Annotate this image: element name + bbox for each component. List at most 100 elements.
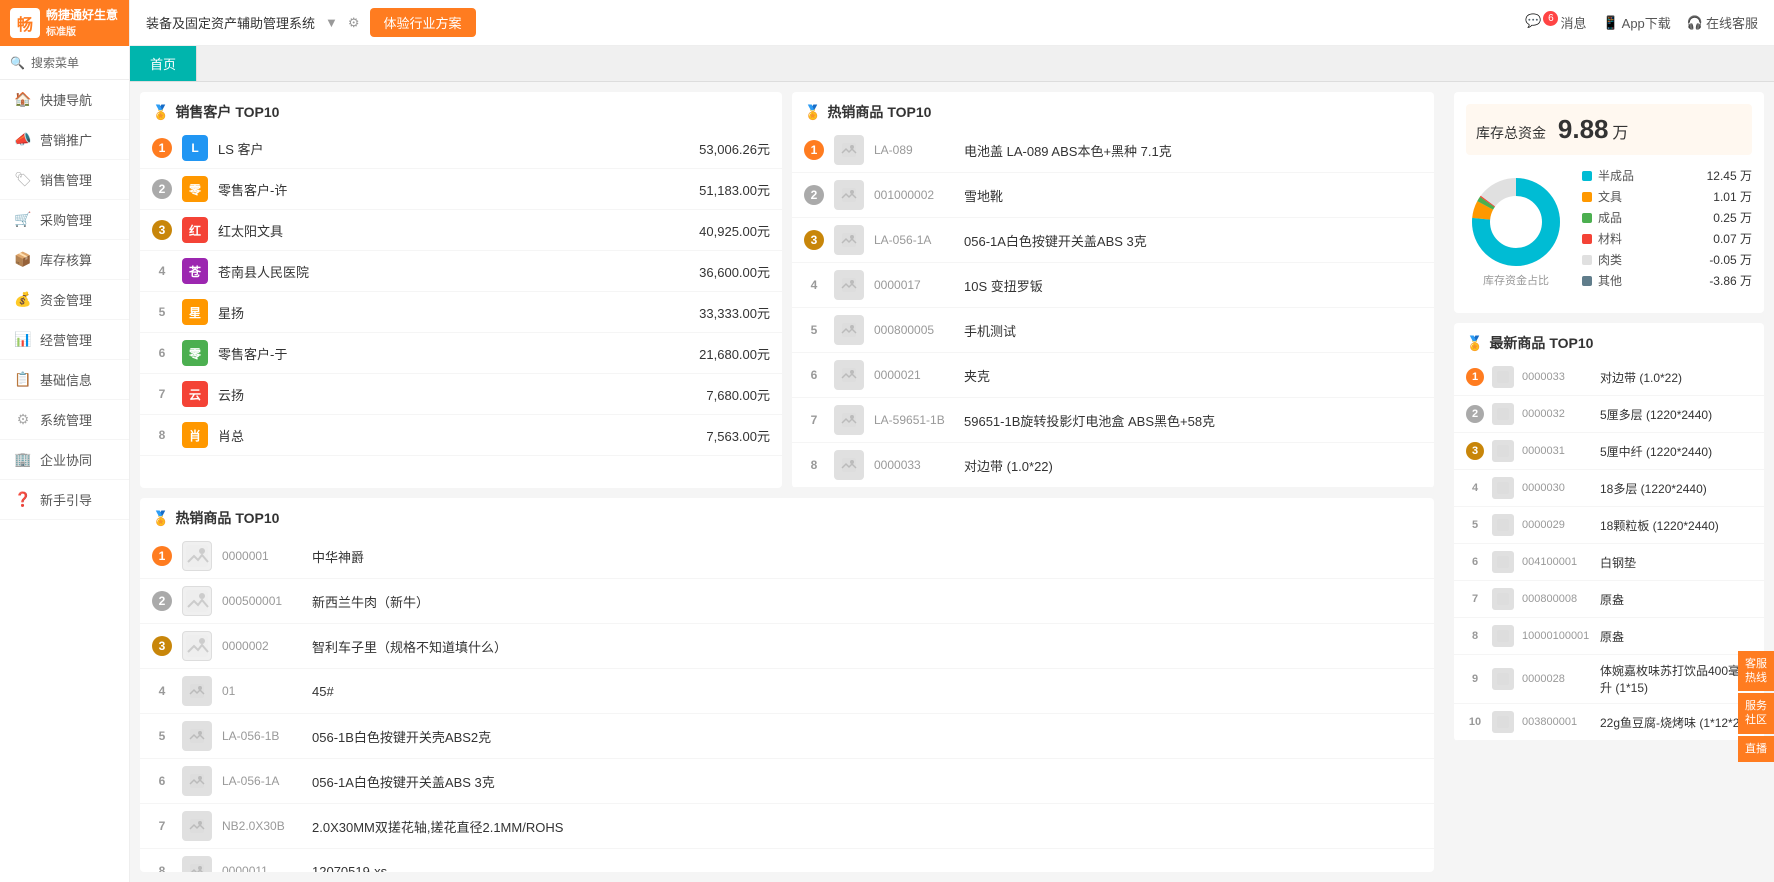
customer-name: 零售客户-于	[218, 344, 689, 363]
float-live[interactable]: 直播	[1738, 736, 1774, 762]
new-product-rank: 6	[1466, 553, 1484, 571]
customer-avatar: 苍	[182, 258, 208, 284]
hot-products-right-panel: 🏅 热销商品 TOP10 1 LA-089 电池盖 LA-089 ABS本色+黑…	[792, 92, 1434, 488]
main-area: 装备及固定资产辅助管理系统 ▼ ⚙ 体验行业方案 💬 6 消息 📱 App下载 …	[130, 0, 1774, 882]
sidebar-item-sales[interactable]: 🏷 销售管理	[0, 160, 129, 200]
sidebar-item-guide[interactable]: ❓ 新手引导	[0, 480, 129, 520]
donut-chart-area: 库存资金占比 半成品 12.45 万 文具 1.01 万	[1466, 167, 1752, 293]
new-products-panel: 🏅 最新商品 TOP10 1 0000033 对边带 (1.0*22) 2 00…	[1454, 323, 1764, 741]
new-product-row: 7 000800008 原盎	[1454, 581, 1764, 618]
main-content: 🏅 销售客户 TOP10 1 L LS 客户 53,006.26元 2 零 零售…	[130, 82, 1444, 882]
customer-avatar: 云	[182, 381, 208, 407]
message-badge: 6	[1543, 11, 1558, 26]
sidebar-label-operation: 经营管理	[40, 330, 92, 349]
new-product-rank: 3	[1466, 442, 1484, 460]
sidebar-item-corp[interactable]: 🏢 企业协同	[0, 440, 129, 480]
customer-value: 33,333.00元	[699, 303, 770, 322]
app-download[interactable]: 📱 App下载	[1602, 13, 1670, 32]
product-code: LA-056-1A	[874, 233, 954, 247]
medal-icon-2: 🏅	[804, 104, 821, 121]
new-product-row: 4 0000030 18多层 (1220*2440)	[1454, 470, 1764, 507]
message-area[interactable]: 💬 6 消息	[1525, 13, 1586, 32]
legend-item-5: 其他 -3.86 万	[1582, 272, 1752, 289]
hot-product-right-row: 7 LA-59651-1B 59651-1B旋转投影灯电池盒 ABS黑色+58克	[792, 398, 1434, 443]
sidebar-item-marketing[interactable]: 📣 营销推广	[0, 120, 129, 160]
product-code: 000800005	[874, 323, 954, 337]
product-name: 雪地靴	[964, 186, 1422, 205]
new-product-name: 白钢垫	[1600, 554, 1752, 571]
product-name: 056-1B白色按键开关壳ABS2克	[312, 727, 1422, 746]
customer-avatar: 星	[182, 299, 208, 325]
rank-number: 6	[152, 771, 172, 791]
rank-number: 5	[804, 320, 824, 340]
hot-product-bottom-row: 8 0000011 12070519-xs	[140, 849, 1434, 872]
new-product-code: 0000031	[1522, 445, 1592, 457]
sidebar-item-finance[interactable]: 💰 资金管理	[0, 280, 129, 320]
float-customer-service[interactable]: 客服 热线	[1738, 651, 1774, 692]
hot-product-bottom-row: 1 0000001 中华神爵	[140, 534, 1434, 579]
system-title: 装备及固定资产辅助管理系统	[146, 13, 315, 32]
chart-icon: 📊	[14, 331, 32, 349]
float-service-community[interactable]: 服务 社区	[1738, 693, 1774, 734]
legend-item-4: 肉类 -0.05 万	[1582, 251, 1752, 268]
product-img	[182, 811, 212, 841]
hot-product-bottom-row: 4 01 45#	[140, 669, 1434, 714]
hot-products-right-list: 1 LA-089 电池盖 LA-089 ABS本色+黑种 7.1克 2 0010…	[792, 128, 1434, 488]
chevron-down-icon[interactable]: ▼	[325, 15, 338, 30]
search-menu[interactable]: 🔍 搜索菜单	[0, 46, 129, 80]
hot-products-bottom-title: 🏅 热销商品 TOP10	[140, 498, 1434, 534]
hot-product-bottom-row: 6 LA-056-1A 056-1A白色按键开关盖ABS 3克	[140, 759, 1434, 804]
sidebar-item-purchase[interactable]: 🛒 采购管理	[0, 200, 129, 240]
inventory-legend: 半成品 12.45 万 文具 1.01 万 成品 0.25 万	[1582, 167, 1752, 293]
hot-products-right-title: 🏅 热销商品 TOP10	[792, 92, 1434, 128]
new-product-code: 004100001	[1522, 556, 1592, 568]
sidebar-label-corp: 企业协同	[40, 450, 92, 469]
customer-name: 肖总	[218, 426, 696, 445]
customer-avatar: L	[182, 135, 208, 161]
new-product-code: 000800008	[1522, 593, 1592, 605]
product-img	[182, 631, 212, 661]
customer-top10-title: 🏅 销售客户 TOP10	[140, 92, 782, 128]
new-product-name: 18多层 (1220*2440)	[1600, 480, 1752, 497]
sidebar-label-quick: 快捷导航	[40, 90, 92, 109]
rank-number: 1	[152, 546, 172, 566]
inventory-panel: 库存总资金 9.88 万	[1454, 92, 1764, 313]
sidebar-item-quick[interactable]: 🏠 快捷导航	[0, 80, 129, 120]
customer-value: 21,680.00元	[699, 344, 770, 363]
trial-button[interactable]: 体验行业方案	[370, 8, 476, 37]
medal-icon-3: 🏅	[152, 510, 169, 527]
customer-avatar: 红	[182, 217, 208, 243]
sidebar-item-system[interactable]: ⚙ 系统管理	[0, 400, 129, 440]
product-img	[834, 315, 864, 345]
sidebar-item-operation[interactable]: 📊 经营管理	[0, 320, 129, 360]
hot-product-bottom-row: 3 0000002 智利车子里（规格不知道填什么）	[140, 624, 1434, 669]
sidebar-item-basic[interactable]: 📋 基础信息	[0, 360, 129, 400]
new-product-code: 0000028	[1522, 673, 1592, 685]
product-img	[182, 721, 212, 751]
customer-avatar: 零	[182, 176, 208, 202]
new-product-code: 0000032	[1522, 408, 1592, 420]
settings-icon[interactable]: ⚙	[348, 15, 360, 31]
tabbar: 首页	[130, 46, 1774, 82]
online-service[interactable]: 🎧 在线客服	[1687, 13, 1758, 32]
legend-dot-1	[1582, 192, 1592, 202]
customer-rank-row: 6 零 零售客户-于 21,680.00元	[140, 333, 782, 374]
product-name: 新西兰牛肉（新牛）	[312, 592, 1422, 611]
legend-name-2: 成品	[1598, 209, 1707, 226]
product-code: 000500001	[222, 594, 302, 608]
new-product-name: 22g鱼豆腐-烧烤味 (1*12*20)	[1600, 714, 1752, 731]
new-product-row: 10 003800001 22g鱼豆腐-烧烤味 (1*12*20)	[1454, 704, 1764, 741]
product-code: LA-089	[874, 143, 954, 157]
rank-number: 4	[804, 275, 824, 295]
sidebar-item-inventory[interactable]: 📦 库存核算	[0, 240, 129, 280]
product-img	[182, 586, 212, 616]
hot-product-right-row: 8 0000033 对边带 (1.0*22)	[792, 443, 1434, 488]
new-product-name: 体婉嘉枚味苏打饮品400毫升 (1*15)	[1600, 662, 1752, 696]
product-code: LA-59651-1B	[874, 413, 954, 427]
tab-home[interactable]: 首页	[130, 46, 197, 81]
money-icon: 💰	[14, 291, 32, 309]
product-img	[182, 541, 212, 571]
logo-title: 畅捷通好生意	[46, 8, 118, 24]
cart-icon: 🛒	[14, 211, 32, 229]
product-img	[182, 856, 212, 872]
